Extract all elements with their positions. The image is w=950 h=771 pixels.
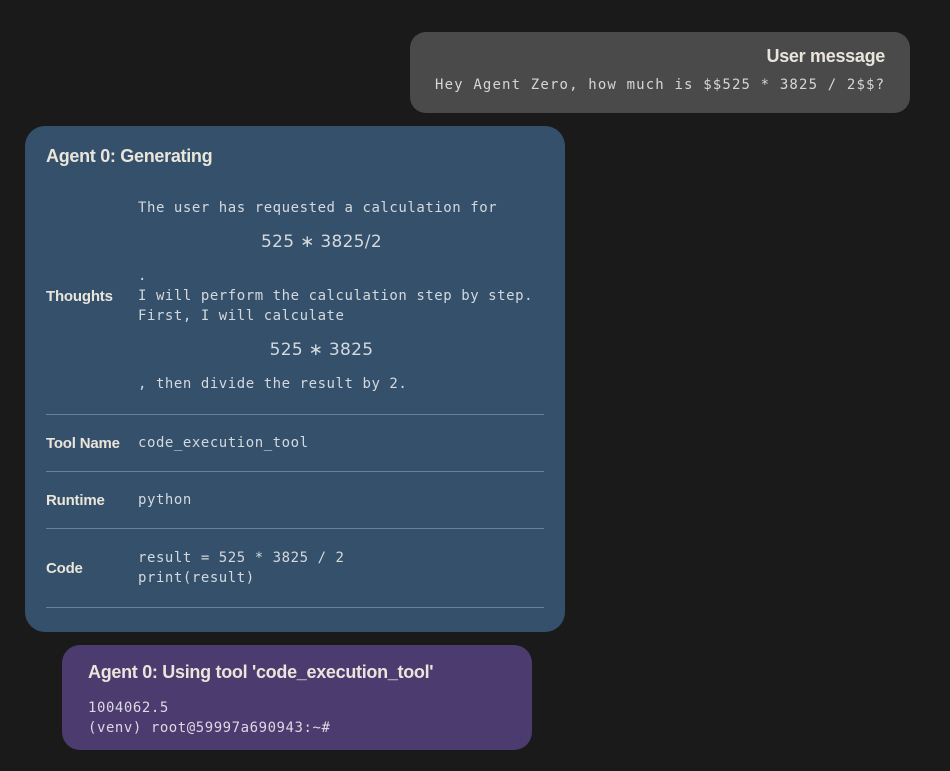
code-content: result = 525 * 3825 / 2 print(result)	[138, 548, 545, 588]
tool-result-panel: Agent 0: Using tool 'code_execution_tool…	[62, 645, 532, 750]
thought-conclusion-line: , then divide the result by 2.	[138, 376, 408, 392]
thought-step-line-2: First, I will calculate	[138, 308, 345, 324]
thoughts-content: The user has requested a calculation for…	[138, 198, 545, 394]
thought-math-full-expression: 525 ∗ 3825/2	[261, 232, 382, 252]
thought-intro-line: The user has requested a calculation for	[138, 200, 498, 216]
tool-name-value: code_execution_tool	[138, 435, 309, 451]
tool-output-line-2: (venv) root@59997a690943:~#	[88, 720, 331, 736]
code-row: Code result = 525 * 3825 / 2 print(resul…	[46, 529, 545, 607]
code-label: Code	[46, 559, 83, 577]
tool-result-output: 1004062.5 (venv) root@59997a690943:~#	[88, 698, 506, 738]
agent-generating-panel: Agent 0: Generating Thoughts The user ha…	[25, 126, 565, 632]
runtime-value: python	[138, 492, 192, 508]
user-message-text: Hey Agent Zero, how much is $$525 * 3825…	[435, 77, 886, 93]
thoughts-label: Thoughts	[46, 287, 113, 305]
tool-output-line-1: 1004062.5	[88, 700, 169, 716]
thought-math-partial-expression: 525 ∗ 3825	[269, 340, 374, 360]
tool-name-row: Tool Name code_execution_tool	[46, 415, 545, 471]
agent-generating-title: Agent 0: Generating	[46, 146, 213, 166]
thought-dot-line: .	[138, 268, 147, 284]
code-line-1: result = 525 * 3825 / 2	[138, 550, 345, 566]
user-message-title: User message	[766, 46, 886, 66]
runtime-label: Runtime	[46, 491, 105, 509]
thought-step-line-1: I will perform the calculation step by s…	[138, 288, 534, 304]
row-divider	[46, 607, 544, 608]
runtime-row: Runtime python	[46, 472, 545, 528]
tool-name-label: Tool Name	[46, 434, 120, 452]
code-line-2: print(result)	[138, 570, 255, 586]
user-message-bubble: User message Hey Agent Zero, how much is…	[410, 32, 910, 113]
tool-result-title: Agent 0: Using tool 'code_execution_tool…	[88, 662, 434, 682]
thoughts-row: Thoughts The user has requested a calcul…	[46, 166, 545, 414]
